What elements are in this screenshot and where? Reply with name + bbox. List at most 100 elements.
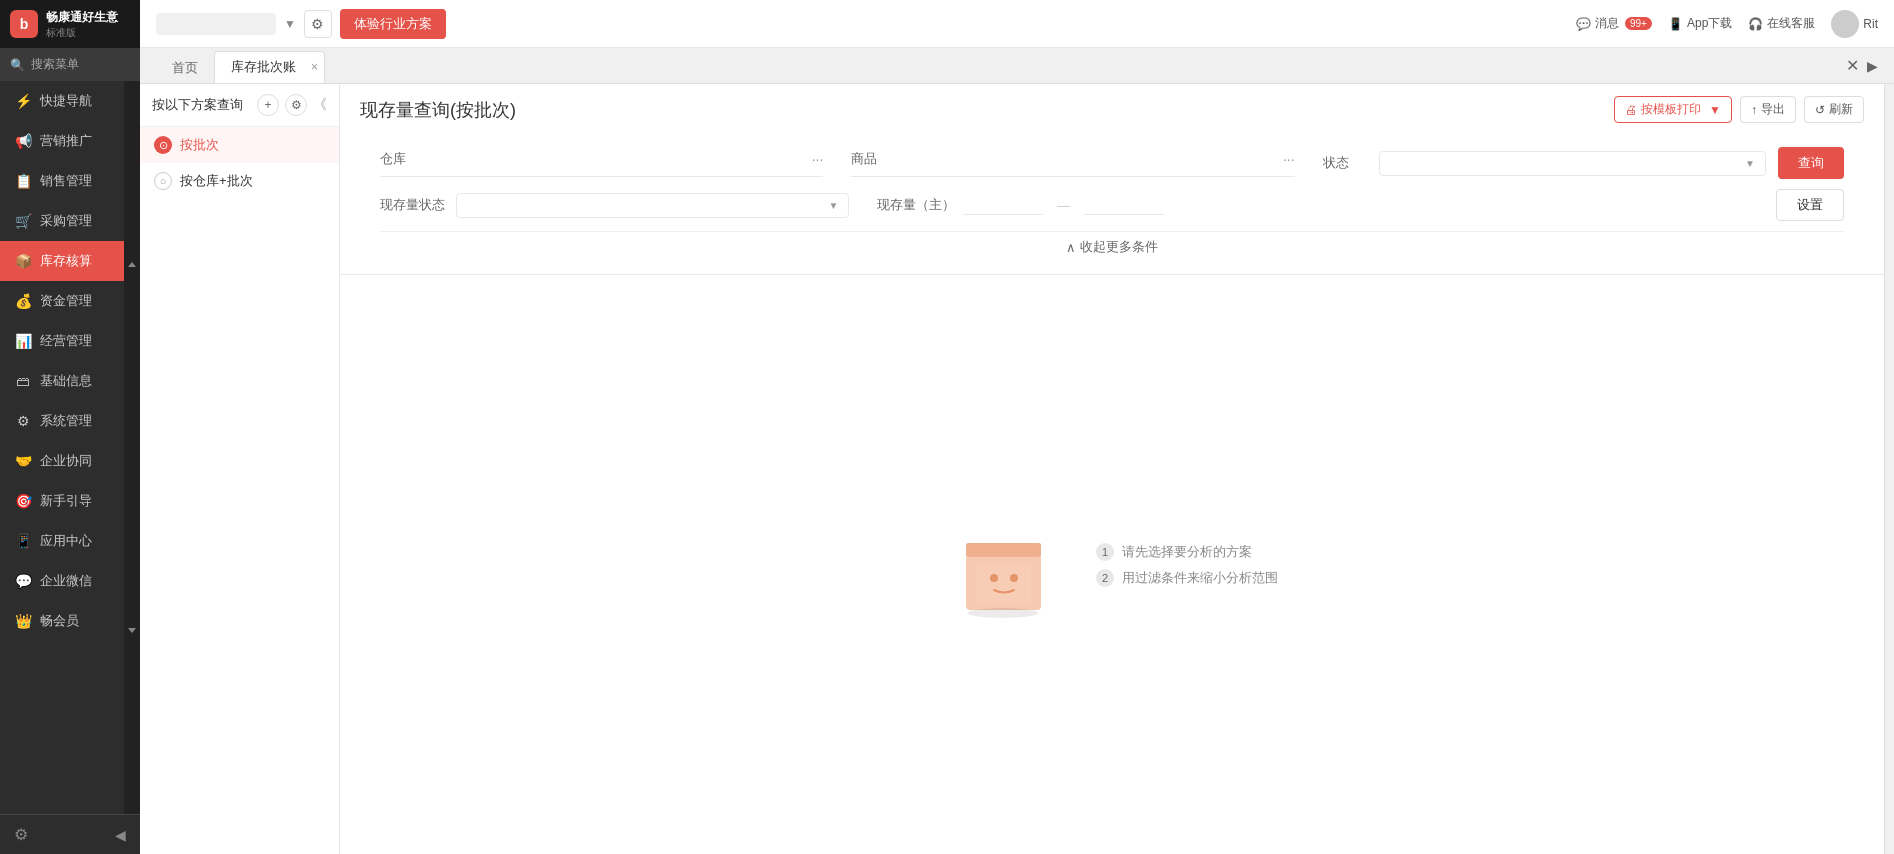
sidebar-scroll-up[interactable] bbox=[124, 81, 140, 448]
app-download-button[interactable]: 📱 App下载 bbox=[1668, 15, 1732, 32]
topbar-gear-button[interactable]: ⚙ bbox=[304, 10, 332, 38]
close-panel-icon[interactable]: ✕ bbox=[1846, 56, 1859, 75]
add-icon: + bbox=[264, 98, 271, 112]
sidebar-item-label: 销售管理 bbox=[40, 172, 92, 190]
sidebar-item-basics[interactable]: 🗃 基础信息 bbox=[0, 361, 124, 401]
sidebar-item-label: 库存核算 bbox=[40, 252, 92, 270]
left-panel: 按以下方案查询 + ⚙ 《 ⊙ 按批次 ○ 按仓库+批次 bbox=[140, 84, 340, 854]
sidebar-item-label: 快捷导航 bbox=[40, 92, 92, 110]
service-icon: 🎧 bbox=[1748, 17, 1763, 31]
empty-svg bbox=[946, 505, 1066, 625]
sidebar-item-shortcuts[interactable]: ⚡ 快捷导航 bbox=[0, 81, 124, 121]
sidebar-item-label: 营销推广 bbox=[40, 132, 92, 150]
page-header: 现存量查询(按批次) 🖨 按模板打印 ▼ ↑ 导出 ↺ bbox=[340, 84, 1884, 275]
plan-item-warehouse-batch[interactable]: ○ 按仓库+批次 bbox=[140, 163, 339, 199]
sidebar-item-marketing[interactable]: 📢 营销推广 bbox=[0, 121, 124, 161]
status-filter-select[interactable]: ▼ bbox=[1379, 151, 1766, 176]
app-logo: b bbox=[10, 10, 38, 38]
sidebar-item-sales[interactable]: 📋 销售管理 bbox=[0, 161, 124, 201]
inv-qty-min-input[interactable] bbox=[963, 195, 1043, 215]
left-panel-header: 按以下方案查询 + ⚙ 《 bbox=[140, 84, 339, 127]
sidebar-item-members[interactable]: 👑 畅会员 bbox=[0, 601, 124, 641]
export-button[interactable]: ↑ 导出 bbox=[1740, 96, 1796, 123]
sidebar-scroll-down[interactable] bbox=[124, 448, 140, 815]
hint-2-text: 用过滤条件来缩小分析范围 bbox=[1122, 569, 1278, 587]
settings-button[interactable]: 设置 bbox=[1776, 189, 1844, 221]
sidebar-item-enterprise[interactable]: 🤝 企业协同 bbox=[0, 441, 124, 481]
sidebar-item-label: 基础信息 bbox=[40, 372, 92, 390]
messages-button[interactable]: 💬 消息 99+ bbox=[1576, 15, 1652, 32]
left-panel-title: 按以下方案查询 bbox=[152, 96, 243, 114]
topbar-right: 💬 消息 99+ 📱 App下载 🎧 在线客服 Rit bbox=[1576, 10, 1878, 38]
messages-badge: 99+ bbox=[1625, 17, 1652, 30]
sidebar-item-label: 企业微信 bbox=[40, 572, 92, 590]
gear-icon: ⚙ bbox=[311, 16, 324, 32]
message-icon: 💬 bbox=[1576, 17, 1591, 31]
apps-icon: 📱 bbox=[14, 532, 32, 550]
plan-item-batch[interactable]: ⊙ 按批次 bbox=[140, 127, 339, 163]
tab-close-button[interactable]: × bbox=[311, 60, 318, 74]
tab-inventory-batch[interactable]: 库存批次账 × bbox=[214, 51, 325, 83]
sales-icon: 📋 bbox=[14, 172, 32, 190]
svg-point-3 bbox=[990, 574, 998, 582]
purchase-icon: 🛒 bbox=[14, 212, 32, 230]
sidebar-item-newuser[interactable]: 🎯 新手引导 bbox=[0, 481, 124, 521]
collapse-sidebar-icon[interactable]: ◀ bbox=[115, 827, 126, 843]
svg-point-4 bbox=[1010, 574, 1018, 582]
inventory-icon: 📦 bbox=[14, 252, 32, 270]
breadcrumb-input[interactable] bbox=[156, 13, 276, 35]
product-filter-input[interactable] bbox=[901, 151, 1283, 166]
query-button[interactable]: 查询 bbox=[1778, 147, 1844, 179]
sidebar-item-wechat[interactable]: 💬 企业微信 bbox=[0, 561, 124, 601]
plan-settings-button[interactable]: ⚙ bbox=[285, 94, 307, 116]
inv-qty-dash: — bbox=[1049, 198, 1078, 213]
sidebar-item-purchase[interactable]: 🛒 采购管理 bbox=[0, 201, 124, 241]
warehouse-more-icon[interactable]: ··· bbox=[812, 151, 824, 167]
empty-hints: 1 请先选择要分析的方案 2 用过滤条件来缩小分析范围 bbox=[1096, 543, 1278, 587]
user-menu[interactable]: Rit bbox=[1831, 10, 1878, 38]
add-plan-button[interactable]: + bbox=[257, 94, 279, 116]
sidebar-item-label: 应用中心 bbox=[40, 532, 92, 550]
filter-group-status: 状态 ▼ bbox=[1323, 151, 1766, 176]
sidebar-item-system[interactable]: ⚙ 系统管理 bbox=[0, 401, 124, 441]
tab-home[interactable]: 首页 bbox=[156, 53, 214, 83]
industry-solution-button[interactable]: 体验行业方案 bbox=[340, 9, 446, 39]
user-name: Rit bbox=[1863, 17, 1878, 31]
product-filter-label: 商品 bbox=[851, 150, 901, 168]
print-button[interactable]: 🖨 按模板打印 ▼ bbox=[1614, 96, 1732, 123]
sidebar-item-finance[interactable]: 💰 资金管理 bbox=[0, 281, 124, 321]
sidebar-item-operations[interactable]: 📊 经营管理 bbox=[0, 321, 124, 361]
refresh-label: 刷新 bbox=[1829, 101, 1853, 118]
app-title-block: 畅康通好生意 标准版 bbox=[46, 9, 118, 40]
sidebar-item-apps[interactable]: 📱 应用中心 bbox=[0, 521, 124, 561]
collapse-panel-button[interactable]: 《 bbox=[313, 96, 327, 114]
breadcrumb-dropdown-icon[interactable]: ▼ bbox=[284, 17, 296, 31]
search-menu[interactable]: 🔍 搜索菜单 bbox=[0, 48, 140, 81]
svg-rect-1 bbox=[966, 543, 1041, 557]
collapse-more-button[interactable]: ∧ 收起更多条件 bbox=[380, 231, 1844, 262]
filter-row-2: 现存量状态 ▼ 现存量（主） — bbox=[380, 189, 1844, 221]
export-label: 导出 bbox=[1761, 101, 1785, 118]
warehouse-filter-input[interactable] bbox=[430, 151, 812, 166]
inv-qty-max-input[interactable] bbox=[1084, 195, 1164, 215]
right-arrow-icon[interactable]: ▶ bbox=[1867, 58, 1878, 74]
wechat-icon: 💬 bbox=[14, 572, 32, 590]
online-service-button[interactable]: 🎧 在线客服 bbox=[1748, 15, 1815, 32]
sidebar-item-inventory[interactable]: 📦 库存核算 bbox=[0, 241, 124, 281]
empty-hint-2: 2 用过滤条件来缩小分析范围 bbox=[1096, 569, 1278, 587]
page-title-row: 现存量查询(按批次) 🖨 按模板打印 ▼ ↑ 导出 ↺ bbox=[360, 96, 1864, 135]
plan-label-batch: 按批次 bbox=[180, 136, 219, 154]
print-dropdown-icon[interactable]: ▼ bbox=[1709, 103, 1721, 117]
search-icon: 🔍 bbox=[10, 58, 25, 72]
refresh-button[interactable]: ↺ 刷新 bbox=[1804, 96, 1864, 123]
sidebar-header: b 畅康通好生意 标准版 bbox=[0, 0, 140, 48]
app-download-label: App下载 bbox=[1687, 15, 1732, 32]
tab-inventory-batch-label: 库存批次账 bbox=[231, 59, 296, 74]
newuser-icon: 🎯 bbox=[14, 492, 32, 510]
filter-group-warehouse: 仓库 ··· bbox=[380, 150, 823, 177]
inv-status-select[interactable]: ▼ bbox=[456, 193, 849, 218]
settings-icon[interactable]: ⚙ bbox=[14, 825, 28, 844]
right-scrollbar[interactable] bbox=[1884, 84, 1894, 854]
product-more-icon[interactable]: ··· bbox=[1283, 151, 1295, 167]
online-service-label: 在线客服 bbox=[1767, 15, 1815, 32]
